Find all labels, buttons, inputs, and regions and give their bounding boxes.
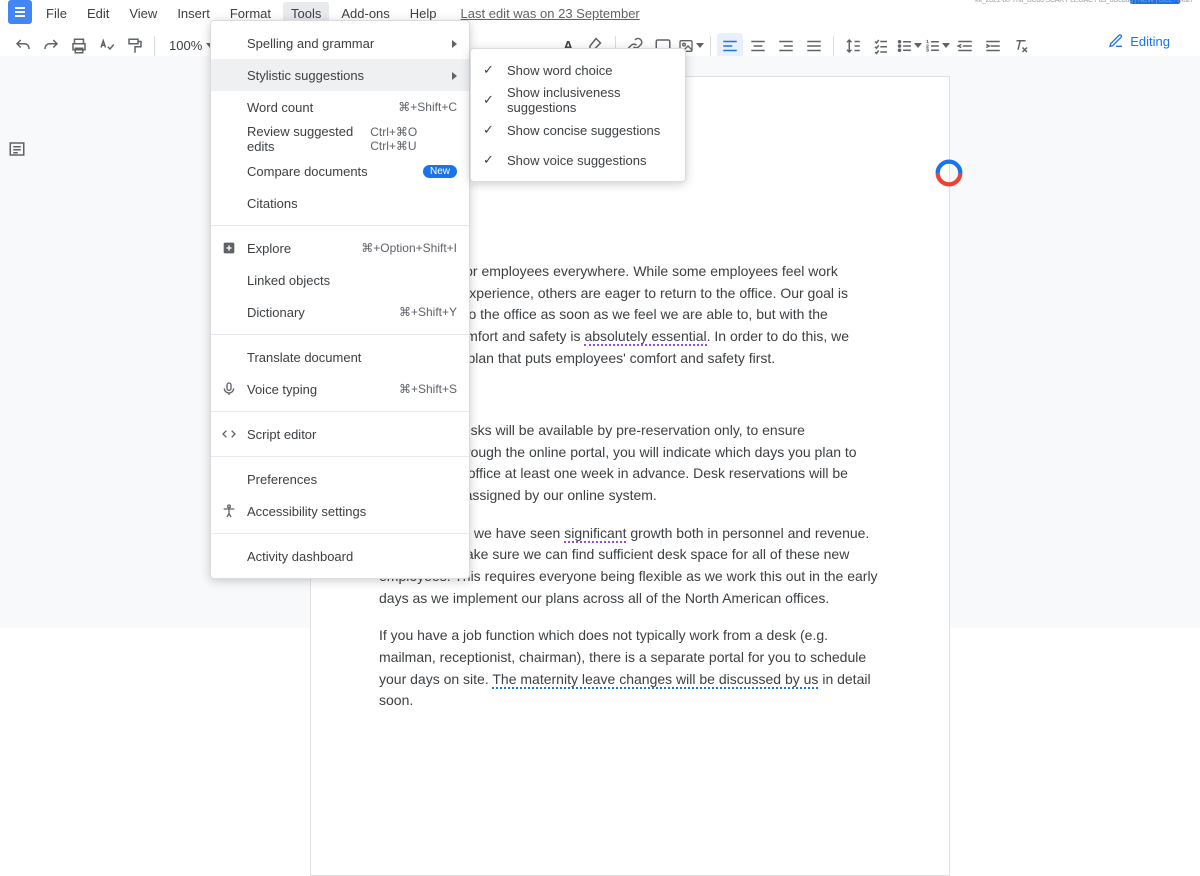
stylistic-submenu: ✓ Show word choice ✓ Show inclusiveness sug… <box>470 48 686 182</box>
menu-item-label: Script editor <box>247 427 316 442</box>
menu-item-label: Spelling and grammar <box>247 36 374 51</box>
check-icon: ✓ <box>483 122 494 138</box>
outline-toggle-icon[interactable] <box>6 138 28 160</box>
menu-item-label: Dictionary <box>247 305 305 320</box>
docs-logo-icon[interactable] <box>8 0 32 24</box>
new-badge: New <box>423 165 457 178</box>
suggestion-span[interactable]: significant <box>564 525 626 543</box>
bulleted-list-icon[interactable] <box>896 33 922 59</box>
tools-menu-dropdown: Spelling and grammar Stylistic suggestion… <box>210 20 470 579</box>
menu-file[interactable]: File <box>38 2 75 25</box>
align-justify-icon[interactable] <box>801 33 827 59</box>
menu-item-label: Stylistic suggestions <box>247 68 364 83</box>
stylistic-option-show-voice-suggestions[interactable]: ✓ Show voice suggestions <box>471 145 685 175</box>
tools-item-spelling-and-grammar[interactable]: Spelling and grammar <box>211 27 469 59</box>
chevron-right-icon <box>452 36 457 51</box>
submenu-item-label: Show concise suggestions <box>507 123 660 138</box>
check-icon: ✓ <box>483 92 494 108</box>
tools-item-stylistic-suggestions[interactable]: Stylistic suggestions <box>211 59 469 91</box>
submenu-item-label: Show inclusiveness suggestions <box>507 85 671 115</box>
menu-edit[interactable]: Edit <box>79 2 117 25</box>
menu-item-label: Linked objects <box>247 273 330 288</box>
menu-view[interactable]: View <box>121 2 165 25</box>
menubar: FileEditViewInsertFormatToolsAdd-onsHelp… <box>0 0 1200 28</box>
stylistic-option-show-concise-suggestions[interactable]: ✓ Show concise suggestions <box>471 115 685 145</box>
tools-item-accessibility-settings[interactable]: Accessibility settings <box>211 495 469 527</box>
undo-icon[interactable] <box>10 33 36 59</box>
tools-item-word-count[interactable]: Word count ⌘+Shift+C <box>211 91 469 123</box>
partial-graphic-icon <box>931 155 967 191</box>
mode-editing-button[interactable]: Editing <box>1098 29 1180 53</box>
stylistic-option-show-word-choice[interactable]: ✓ Show word choice <box>471 55 685 85</box>
redo-icon[interactable] <box>38 33 64 59</box>
align-center-icon[interactable] <box>745 33 771 59</box>
menu-item-label: Accessibility settings <box>247 504 366 519</box>
shortcut-label: ⌘+Option+Shift+I <box>361 241 457 255</box>
checklist-icon[interactable] <box>868 33 894 59</box>
debug-text: kk_2021-80-Thu_BC00 SCARY LEGACY as_0Deb… <box>975 0 1192 4</box>
tools-item-linked-objects[interactable]: Linked objects <box>211 264 469 296</box>
menu-item-label: Voice typing <box>247 382 317 397</box>
numbered-list-icon[interactable]: 123 <box>924 33 950 59</box>
accessibility-icon <box>221 503 237 519</box>
menu-item-label: Activity dashboard <box>247 549 353 564</box>
decrease-indent-icon[interactable] <box>952 33 978 59</box>
align-left-icon[interactable] <box>717 33 743 59</box>
shortcut-label: ⌘+Shift+S <box>399 382 457 396</box>
paint-format-icon[interactable] <box>122 33 148 59</box>
shortcut-label: Ctrl+⌘O Ctrl+⌘U <box>370 125 457 153</box>
tools-item-script-editor[interactable]: Script editor <box>211 418 469 450</box>
mic-icon <box>221 381 237 397</box>
clear-formatting-icon[interactable] <box>1008 33 1034 59</box>
suggestion-span[interactable]: The maternity leave changes will be disc… <box>492 671 818 689</box>
svg-text:3: 3 <box>926 47 929 53</box>
shortcut-label: ⌘+Shift+Y <box>399 305 457 319</box>
line-spacing-icon[interactable] <box>840 33 866 59</box>
menu-item-label: Word count <box>247 100 313 115</box>
tools-item-voice-typing[interactable]: Voice typing ⌘+Shift+S <box>211 373 469 405</box>
menu-item-label: Translate document <box>247 350 361 365</box>
tools-item-translate-document[interactable]: Translate document <box>211 341 469 373</box>
tools-item-compare-documents[interactable]: Compare documents New <box>211 155 469 187</box>
align-right-icon[interactable] <box>773 33 799 59</box>
suggestion-span[interactable]: absolutely essential <box>584 328 706 346</box>
last-edit-link[interactable]: Last edit was on 23 September <box>461 6 640 21</box>
code-icon <box>221 426 237 442</box>
menu-item-label: Preferences <box>247 472 317 487</box>
menu-item-label: Review suggested edits <box>247 124 370 154</box>
check-icon: ✓ <box>483 152 494 168</box>
tools-item-dictionary[interactable]: Dictionary ⌘+Shift+Y <box>211 296 469 328</box>
submenu-item-label: Show word choice <box>507 63 613 78</box>
stylistic-option-show-inclusiveness-suggestions[interactable]: ✓ Show inclusiveness suggestions <box>471 85 685 115</box>
spellcheck-icon[interactable] <box>94 33 120 59</box>
shortcut-label: ⌘+Shift+C <box>398 100 457 114</box>
tools-item-citations[interactable]: Citations <box>211 187 469 219</box>
submenu-item-label: Show voice suggestions <box>507 153 646 168</box>
tools-item-explore[interactable]: Explore ⌘+Option+Shift+I <box>211 232 469 264</box>
check-icon: ✓ <box>483 62 494 78</box>
menu-item-label: Citations <box>247 196 298 211</box>
menu-item-label: Compare documents <box>247 164 368 179</box>
increase-indent-icon[interactable] <box>980 33 1006 59</box>
explore-icon <box>221 240 237 256</box>
menu-item-label: Explore <box>247 241 291 256</box>
print-icon[interactable] <box>66 33 92 59</box>
chevron-right-icon <box>452 68 457 83</box>
tools-item-review-suggested-edits[interactable]: Review suggested editsCtrl+⌘O Ctrl+⌘U <box>211 123 469 155</box>
tools-item-preferences[interactable]: Preferences <box>211 463 469 495</box>
tools-item-activity-dashboard[interactable]: Activity dashboard <box>211 540 469 572</box>
